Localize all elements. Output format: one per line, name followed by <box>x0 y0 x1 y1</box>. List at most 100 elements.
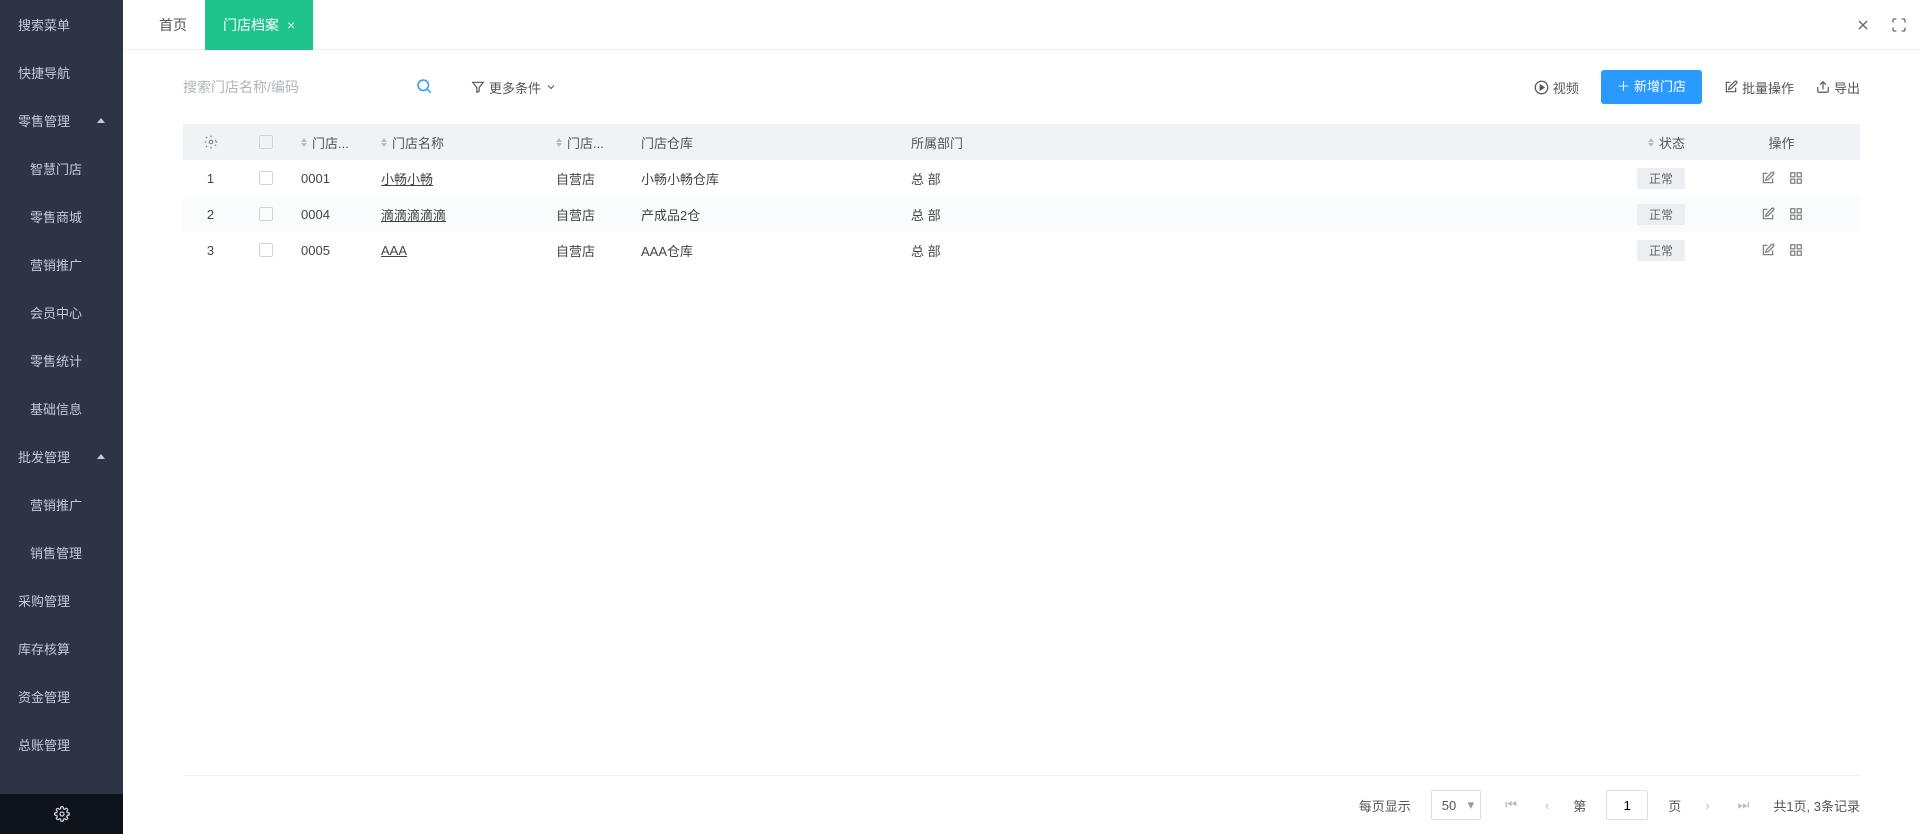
toolbar: 更多条件 视频 ＋ 新增门店 批量操作 导出 <box>183 50 1860 124</box>
search-input[interactable] <box>183 71 433 103</box>
cell-code: 0004 <box>293 196 373 232</box>
grid-icon <box>1789 171 1803 185</box>
batch-label: 批量操作 <box>1742 78 1794 97</box>
page-first-button[interactable]: ⏮ <box>1501 797 1521 813</box>
col-warehouse: 门店仓库 <box>633 124 903 160</box>
page-next-button[interactable]: › <box>1701 798 1713 813</box>
sidebar-item-retail-mgmt[interactable]: 零售管理 <box>0 96 123 144</box>
page-prev-button[interactable]: ‹ <box>1541 798 1553 813</box>
per-page-value: 50 <box>1442 798 1456 813</box>
sidebar-settings-button[interactable] <box>0 794 123 834</box>
sidebar-item-sales-mgmt[interactable]: 销售管理 <box>0 528 123 576</box>
sidebar-item-retail-stats[interactable]: 零售统计 <box>0 336 123 384</box>
col-status[interactable]: 状态 <box>1403 124 1703 160</box>
pager-summary: 共1页, 3条记录 <box>1773 796 1860 815</box>
page-prefix: 第 <box>1573 796 1586 815</box>
cell-type: 自营店 <box>548 232 633 268</box>
sidebar-item-quick-nav[interactable]: 快捷导航 <box>0 48 123 96</box>
cell-type: 自营店 <box>548 160 633 196</box>
export-label: 导出 <box>1834 78 1860 97</box>
sidebar-item-ledger-mgmt[interactable]: 总账管理 <box>0 720 123 768</box>
grid-icon <box>1789 207 1803 221</box>
sidebar-item-retail-mall[interactable]: 零售商城 <box>0 192 123 240</box>
row-more-button[interactable] <box>1789 243 1803 257</box>
sidebar: 搜索菜单 快捷导航 零售管理 智慧门店 零售商城 营销推广 会员中心 零售统计 … <box>0 0 123 834</box>
cell-code: 0005 <box>293 232 373 268</box>
col-ops: 操作 <box>1703 124 1860 160</box>
sidebar-item-search-menu[interactable]: 搜索菜单 <box>0 0 123 48</box>
caret-up-icon <box>97 454 105 459</box>
gear-icon <box>204 135 218 149</box>
checkbox-all[interactable] <box>259 135 273 149</box>
close-icon[interactable]: × <box>287 0 295 50</box>
per-page-select[interactable]: 50 ▾ <box>1431 790 1481 820</box>
checkbox-row[interactable] <box>259 171 273 185</box>
fullscreen-button[interactable] <box>1888 14 1910 36</box>
cell-dept: 总 部 <box>903 160 1403 196</box>
main-area: 首页 门店档案 × 更多条件 <box>123 0 1920 834</box>
edit-icon <box>1761 171 1775 185</box>
page-last-button[interactable]: ⏭ <box>1734 797 1754 813</box>
tab-store-archive[interactable]: 门店档案 × <box>205 0 313 50</box>
sort-icon <box>1648 138 1654 147</box>
sort-icon <box>556 138 562 147</box>
cell-code: 0001 <box>293 160 373 196</box>
row-more-button[interactable] <box>1789 171 1803 185</box>
sidebar-item-funds-mgmt[interactable]: 资金管理 <box>0 672 123 720</box>
plus-icon: ＋ <box>1617 70 1630 104</box>
checkbox-row[interactable] <box>259 207 273 221</box>
caret-up-icon <box>97 118 105 123</box>
row-edit-button[interactable] <box>1761 207 1775 221</box>
store-name-link[interactable]: 滴滴滴滴滴 <box>381 205 446 224</box>
row-index: 3 <box>183 232 238 268</box>
close-all-tabs-button[interactable] <box>1852 14 1874 36</box>
col-name[interactable]: 门店名称 <box>373 124 548 160</box>
tabbar: 首页 门店档案 × <box>123 0 1920 50</box>
sort-icon <box>381 138 387 147</box>
row-index: 1 <box>183 160 238 196</box>
sidebar-item-member-center[interactable]: 会员中心 <box>0 288 123 336</box>
search-wrap <box>183 71 433 103</box>
col-code[interactable]: 门店... <box>293 124 373 160</box>
cell-warehouse: AAA仓库 <box>633 232 903 268</box>
status-badge: 正常 <box>1637 168 1685 189</box>
sidebar-item-inventory[interactable]: 库存核算 <box>0 624 123 672</box>
row-edit-button[interactable] <box>1761 171 1775 185</box>
play-circle-icon <box>1534 80 1549 95</box>
tab-home[interactable]: 首页 <box>141 0 205 50</box>
sort-icon <box>301 138 307 147</box>
grid-icon <box>1789 243 1803 257</box>
table-row: 2 0004 滴滴滴滴滴 自营店 产成品2仓 总 部 正常 <box>183 196 1860 232</box>
store-name-link[interactable]: 小畅小畅 <box>381 169 433 188</box>
sidebar-item-wholesale-mgmt[interactable]: 批发管理 <box>0 432 123 480</box>
checkbox-row[interactable] <box>259 243 273 257</box>
export-icon <box>1816 80 1830 94</box>
sidebar-item-basic-info[interactable]: 基础信息 <box>0 384 123 432</box>
filter-icon <box>471 80 485 94</box>
col-dept: 所属部门 <box>903 124 1403 160</box>
store-table: 门店... 门店名称 门店... 门店仓库 所属部门 状态 操作 1 0001 … <box>183 124 1860 268</box>
gear-icon <box>54 806 70 822</box>
row-edit-button[interactable] <box>1761 243 1775 257</box>
video-link[interactable]: 视频 <box>1534 78 1579 97</box>
cell-warehouse: 小畅小畅仓库 <box>633 160 903 196</box>
column-settings-button[interactable] <box>183 124 238 160</box>
sidebar-item-smart-store[interactable]: 智慧门店 <box>0 144 123 192</box>
search-icon[interactable] <box>415 77 433 95</box>
col-type[interactable]: 门店... <box>548 124 633 160</box>
page-input[interactable] <box>1606 790 1648 820</box>
status-badge: 正常 <box>1637 204 1685 225</box>
more-filter-button[interactable]: 更多条件 <box>471 78 557 97</box>
row-more-button[interactable] <box>1789 207 1803 221</box>
cell-warehouse: 产成品2仓 <box>633 196 903 232</box>
sidebar-item-purchase-mgmt[interactable]: 采购管理 <box>0 576 123 624</box>
status-badge: 正常 <box>1637 240 1685 261</box>
add-store-label: 新增门店 <box>1634 70 1686 104</box>
add-store-button[interactable]: ＋ 新增门店 <box>1601 70 1702 104</box>
batch-ops-button[interactable]: 批量操作 <box>1724 78 1794 97</box>
export-button[interactable]: 导出 <box>1816 78 1860 97</box>
store-name-link[interactable]: AAA <box>381 243 407 258</box>
table-row: 3 0005 AAA 自营店 AAA仓库 总 部 正常 <box>183 232 1860 268</box>
sidebar-item-marketing-2[interactable]: 营销推广 <box>0 480 123 528</box>
sidebar-item-marketing-1[interactable]: 营销推广 <box>0 240 123 288</box>
